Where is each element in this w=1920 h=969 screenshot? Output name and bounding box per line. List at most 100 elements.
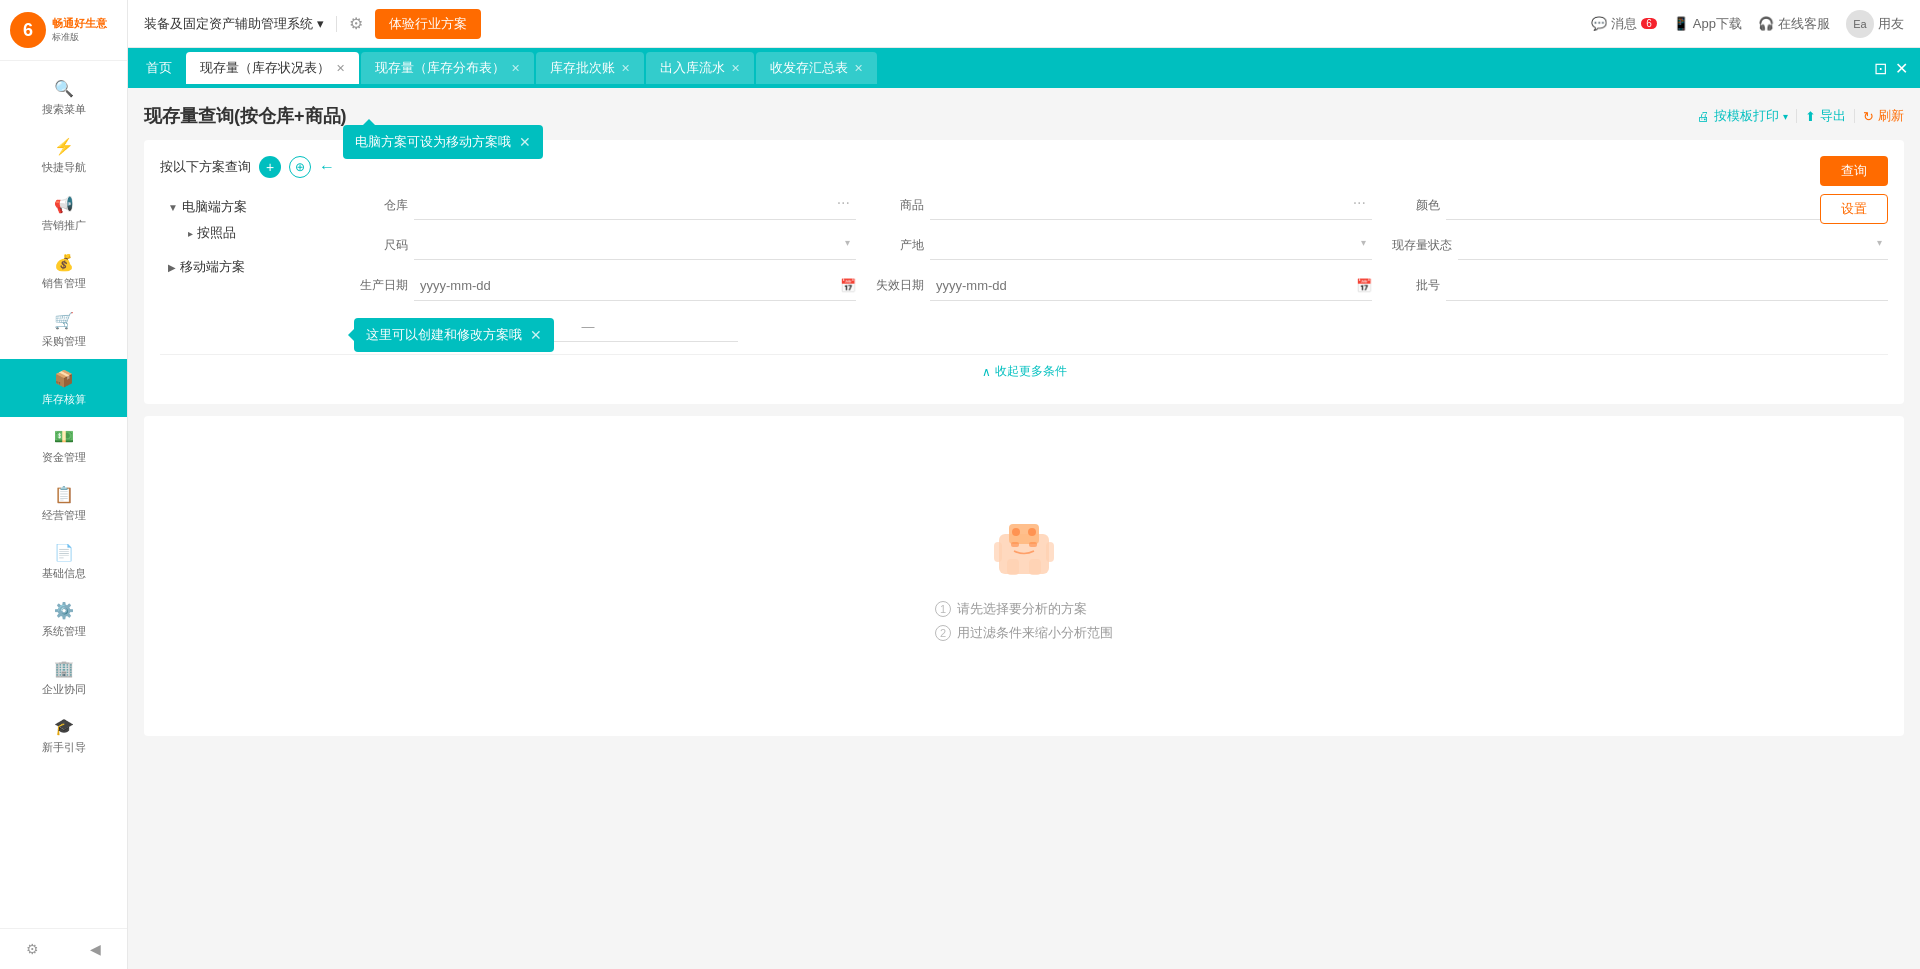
logo-badge: 标准版 [52, 31, 107, 44]
tab-collect[interactable]: 收发存汇总表 ✕ [756, 52, 877, 84]
svg-rect-4 [994, 542, 1002, 562]
warehouse-select[interactable]: ··· [414, 190, 856, 220]
report-icon: 📋 [54, 485, 74, 504]
expire-date-cal-icon[interactable]: 📅 [1356, 278, 1372, 293]
sidebar-item-guide[interactable]: 🎓新手引导 [0, 707, 127, 765]
refresh-icon: ↻ [1863, 109, 1874, 124]
sidebar-item-operation[interactable]: 📋经营管理 [0, 475, 127, 533]
scheme-child1-label: 按照品 [197, 224, 236, 242]
svg-point-3 [1028, 528, 1036, 536]
collapse-sidebar-button[interactable]: ◀ [90, 941, 101, 957]
empty-tip2: 2 用过滤条件来缩小分析范围 [935, 624, 1113, 642]
filter-expire-date: 失效日期 📅 [876, 270, 1372, 301]
filter-row2: 尺码 ▾ 产地 ▾ 现存量状态 [360, 230, 1888, 260]
empty-illustration [974, 504, 1074, 584]
refresh-btn[interactable]: ↻ 刷新 [1863, 107, 1904, 125]
stock-dist-tab-close[interactable]: ✕ [511, 62, 520, 75]
user-avatar: Ea [1846, 10, 1874, 38]
message-btn[interactable]: 💬 消息 6 [1591, 15, 1657, 33]
tab-home[interactable]: 首页 [132, 52, 186, 84]
settings-button[interactable]: ⚙ [26, 941, 39, 957]
reset-btn[interactable]: 设置 [1820, 194, 1888, 224]
sidebar-item-quick[interactable]: ⚡快捷导航 [0, 127, 127, 185]
filter-add-btn[interactable]: + [259, 156, 281, 178]
sidebar-item-sales[interactable]: 💰销售管理 [0, 243, 127, 301]
search-icon: 🔍 [54, 79, 74, 98]
search-btn-group: 查询 设置 [1820, 156, 1888, 224]
prod-date-start[interactable] [414, 270, 836, 300]
chevron-down-icon: ▾ [317, 16, 324, 31]
batch-no-input[interactable] [1446, 271, 1888, 301]
tab-stock-status[interactable]: 现存量（库存状况表） ✕ [186, 52, 359, 84]
filter-header-label: 按以下方案查询 [160, 158, 251, 176]
collect-tab-close[interactable]: ✕ [854, 62, 863, 75]
stock-status-tab-close[interactable]: ✕ [336, 62, 345, 75]
prod-date-cal-icon[interactable]: 📅 [840, 278, 856, 293]
filter-stock-status: 现存量状态 ▾ [1392, 230, 1888, 260]
origin-select[interactable]: ▾ [930, 230, 1372, 260]
sidebar-item-inventory[interactable]: 📦库存核算 [0, 359, 127, 417]
in-out-tab-close[interactable]: ✕ [731, 62, 740, 75]
scheme-desktop[interactable]: ▼ 电脑端方案 [160, 194, 255, 220]
collapse-bar[interactable]: ∧ 收起更多条件 [160, 354, 1888, 388]
page-title: 现存量查询(按仓库+商品) [144, 104, 347, 128]
sidebar-item-system[interactable]: ⚙️系统管理 [0, 591, 127, 649]
print-btn[interactable]: 🖨 按模板打印 ▾ [1697, 107, 1788, 125]
filter-row3: 生产日期 📅 失效日期 📅 批号 [360, 270, 1888, 301]
in-out-tab-label: 出入库流水 [660, 59, 725, 77]
service-btn[interactable]: 🎧 在线客服 [1758, 15, 1830, 33]
settings-icon[interactable]: ⚙ [349, 14, 363, 33]
sidebar-item-purchase[interactable]: 🛒采购管理 [0, 301, 127, 359]
sidebar-item-marketing[interactable]: 📢营销推广 [0, 185, 127, 243]
sidebar-item-enterprise[interactable]: 🏢企业协同 [0, 649, 127, 707]
svg-rect-9 [1029, 542, 1037, 547]
export-btn[interactable]: ⬆ 导出 [1805, 107, 1846, 125]
collect-tab-label: 收发存汇总表 [770, 59, 848, 77]
sidebar-item-finance[interactable]: 💵资金管理 [0, 417, 127, 475]
tab-in-out[interactable]: 出入库流水 ✕ [646, 52, 754, 84]
goods-select[interactable]: ··· [930, 190, 1372, 220]
size-arrow-icon: ▾ [845, 237, 850, 248]
sidebar-logo: 6 畅通好生意 标准版 [0, 0, 127, 61]
warehouse-dots[interactable]: ··· [837, 194, 850, 212]
stock-dist-tab-label: 现存量（库存分布表） [375, 59, 505, 77]
tab-maximize-btn[interactable]: ⊡ [1874, 59, 1887, 78]
scheme-desktop-child1[interactable]: ▸ 按照品 [180, 220, 255, 246]
building-icon: 🏢 [54, 659, 74, 678]
sidebar-item-basic[interactable]: 📄基础信息 [0, 533, 127, 591]
data-table-area: 1 请先选择要分析的方案 2 用过滤条件来缩小分析范围 [144, 416, 1904, 736]
scheme-mobile[interactable]: ▶ 移动端方案 [160, 254, 255, 280]
system-selector[interactable]: 装备及固定资产辅助管理系统 ▾ [144, 15, 324, 33]
empty-tips: 1 请先选择要分析的方案 2 用过滤条件来缩小分析范围 [935, 600, 1113, 648]
tab-stock-dist[interactable]: 现存量（库存分布表） ✕ [361, 52, 534, 84]
expire-date-start[interactable] [930, 270, 1352, 300]
print-arrow-icon: ▾ [1783, 111, 1788, 122]
size-select[interactable]: ▾ [414, 230, 856, 260]
app-download-btn[interactable]: 📱 App下载 [1673, 15, 1742, 33]
svg-rect-6 [1007, 559, 1019, 575]
tooltip-scheme-close[interactable]: ✕ [519, 134, 531, 150]
stock-status-select[interactable]: ▾ [1458, 230, 1888, 260]
stock-qty-max[interactable] [603, 311, 739, 341]
sidebar-item-search[interactable]: 🔍搜索菜单 [0, 69, 127, 127]
phone-icon: 📱 [1673, 16, 1689, 31]
tip2-text: 用过滤条件来缩小分析范围 [957, 624, 1113, 642]
user-btn[interactable]: Ea 用友 [1846, 10, 1904, 38]
filter-copy-btn[interactable]: ⊕ [289, 156, 311, 178]
filter-back-btn[interactable]: ← [319, 158, 335, 176]
tab-batch[interactable]: 库存批次账 ✕ [536, 52, 644, 84]
tab-close-all-btn[interactable]: ✕ [1895, 59, 1908, 78]
scheme-desktop-children: ▸ 按照品 [160, 220, 255, 246]
filter-size: 尺码 ▾ [360, 230, 856, 260]
goods-label: 商品 [876, 197, 924, 214]
search-btn[interactable]: 查询 [1820, 156, 1888, 186]
tip-num2: 2 [935, 625, 951, 641]
tooltip-create-close[interactable]: ✕ [530, 327, 542, 343]
svg-rect-8 [1011, 542, 1019, 547]
industry-btn[interactable]: 体验行业方案 [375, 9, 481, 39]
batch-tab-close[interactable]: ✕ [621, 62, 630, 75]
filter-stock-qty: 现存量（主） — [360, 311, 1888, 342]
print-icon: 🖨 [1697, 109, 1710, 124]
filter-warehouse: 仓库 ··· [360, 190, 856, 220]
goods-dots[interactable]: ··· [1353, 194, 1366, 212]
